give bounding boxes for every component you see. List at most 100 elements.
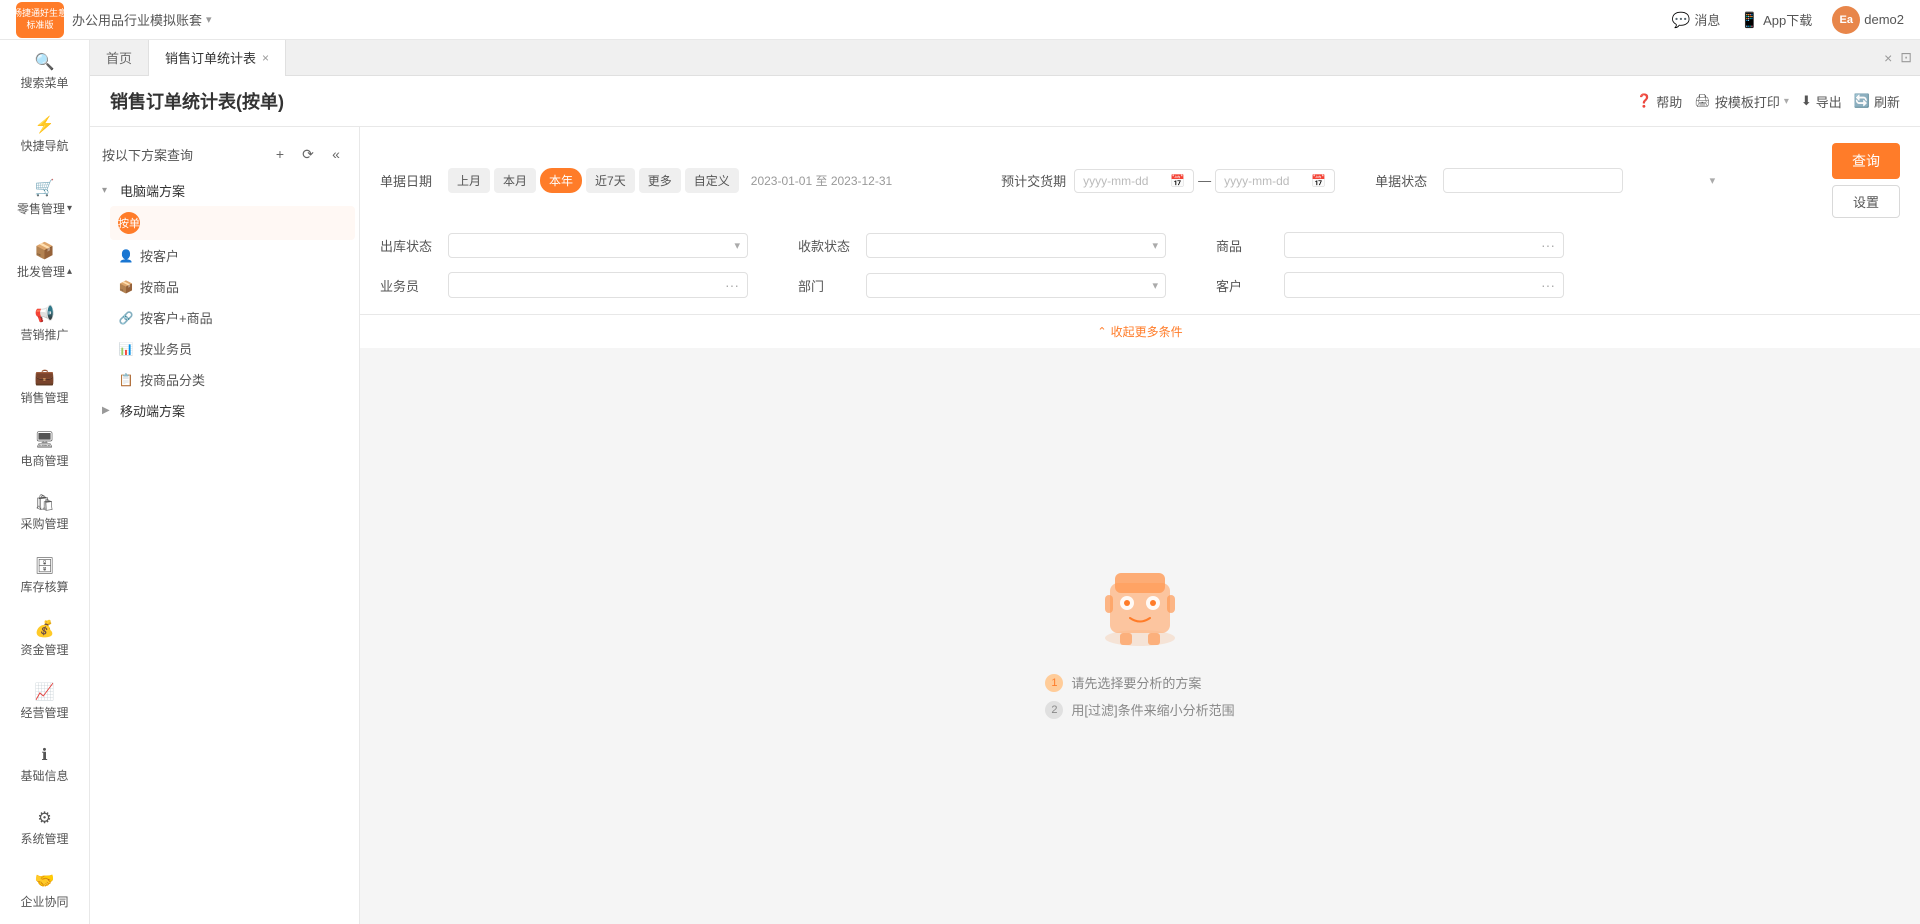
sidebar-item-operations[interactable]: 📈 经营管理 — [0, 670, 89, 733]
page-title: 销售订单统计表(按单) — [110, 88, 284, 126]
mobile-section[interactable]: ▶ 移动端方案 — [94, 395, 355, 426]
add-scheme-button[interactable]: + — [269, 143, 291, 165]
collapse-panel-button[interactable]: « — [325, 143, 347, 165]
doc-status-group: 单据状态 — [1375, 168, 1723, 193]
date-btn-last-7days[interactable]: 近7天 — [586, 168, 635, 193]
expected-date-inputs: yyyy-mm-dd 📅 — yyyy-mm-dd 📅 — [1074, 169, 1335, 193]
print-button[interactable]: 🖨 按模板打印 ▾ — [1694, 92, 1789, 111]
doc-status-select-wrapper — [1443, 168, 1723, 193]
desktop-section[interactable]: ▾ 电脑端方案 — [94, 175, 355, 206]
cg-scheme-icon: 🔗 — [118, 311, 134, 325]
date-btn-this-year[interactable]: 本年 — [540, 168, 582, 193]
empty-tip-2-text: 用[过滤]条件来缩小分析范围 — [1071, 700, 1234, 719]
refresh-button[interactable]: 🔄 刷新 — [1854, 92, 1900, 111]
page-actions: ❓ 帮助 🖨 按模板打印 ▾ ⬇ 导出 🔄 刷新 — [1636, 92, 1900, 123]
scheme-by-goods-label: 按商品 — [140, 277, 179, 296]
tab-close-icon[interactable]: × — [262, 51, 269, 65]
payment-status-select[interactable] — [866, 233, 1166, 258]
message-button[interactable]: 💬 消息 — [1672, 10, 1721, 29]
sidebar-item-collab[interactable]: 🤝 企业协同 — [0, 859, 89, 922]
customer-scheme-icon: 👤 — [118, 249, 134, 263]
goods-input[interactable]: ··· — [1284, 232, 1564, 258]
sidebar-item-sales-label: 销售管理 — [20, 389, 68, 406]
date-btn-custom[interactable]: 自定义 — [685, 168, 739, 193]
scheme-by-customer[interactable]: 👤 按客户 — [110, 240, 355, 271]
tab-home[interactable]: 首页 — [90, 40, 149, 76]
expected-date-start-placeholder: yyyy-mm-dd — [1083, 174, 1148, 188]
query-btn-area: 查询 设置 — [1832, 143, 1900, 218]
wholesale-expand-icon: ▴ — [67, 266, 72, 277]
query-button[interactable]: 查询 — [1832, 143, 1900, 179]
date-range-display: 2023-01-01 至 2023-12-31 — [751, 172, 892, 189]
dept-select[interactable] — [866, 273, 1166, 298]
expected-date-end[interactable]: yyyy-mm-dd 📅 — [1215, 169, 1335, 193]
sidebar-item-ecommerce[interactable]: 🖥 电商管理 — [0, 418, 89, 481]
date-btn-this-month[interactable]: 本月 — [494, 168, 536, 193]
sidebar-item-marketing[interactable]: 📢 营销推广 — [0, 292, 89, 355]
win-close-button[interactable]: × — [1884, 50, 1892, 66]
page-header: 销售订单统计表(按单) ❓ 帮助 🖨 按模板打印 ▾ ⬇ 导出 🔄 刷新 — [90, 76, 1920, 127]
customer-ellipsis-icon: ··· — [1541, 277, 1555, 293]
sidebar-item-system-label: 系统管理 — [20, 830, 68, 847]
finance-icon: 💰 — [35, 619, 55, 639]
print-chevron-icon: ▾ — [1784, 96, 1789, 107]
scheme-by-order[interactable]: 按单 — [110, 206, 355, 240]
sidebar-item-quicknav[interactable]: ⚡ 快捷导航 — [0, 103, 89, 166]
sidebar-item-wholesale[interactable]: 📦 批发管理 ▴ — [0, 229, 89, 292]
company-name: 办公用品行业模拟账套 — [72, 10, 202, 29]
scheme-circle-label: 按单 — [118, 215, 140, 231]
sidebar-item-marketing-label: 营销推广 — [20, 326, 68, 343]
system-icon: ⚙ — [37, 808, 51, 828]
sidebar-item-search[interactable]: 🔍 搜索菜单 — [0, 40, 89, 103]
customer-filter-label: 客户 — [1216, 276, 1276, 295]
app-download-label: App下载 — [1763, 10, 1812, 29]
filter-row-2: 出库状态 收款状态 — [380, 232, 1900, 258]
dept-filter-label: 部门 — [798, 276, 858, 295]
sidebar-item-retail[interactable]: 🛒 零售管理 ▾ — [0, 166, 89, 229]
left-panel-actions: + ⟳ « — [269, 143, 347, 165]
empty-state: 1 请先选择要分析的方案 2 用[过滤]条件来缩小分析范围 — [360, 348, 1920, 924]
date-separator: — — [1198, 173, 1211, 188]
left-panel-title: 按以下方案查询 — [102, 145, 193, 164]
sidebar-item-basic[interactable]: ℹ 基础信息 — [0, 733, 89, 796]
customer-input[interactable]: ··· — [1284, 272, 1564, 298]
print-label: 按模板打印 — [1715, 92, 1780, 111]
salesman-input[interactable]: ··· — [448, 272, 748, 298]
scheme-by-category[interactable]: 📋 按商品分类 — [110, 364, 355, 395]
scheme-by-goods[interactable]: 📦 按商品 — [110, 271, 355, 302]
marketing-icon: 📢 — [35, 304, 55, 324]
date-filter-label: 单据日期 — [380, 171, 440, 190]
export-button[interactable]: ⬇ 导出 — [1801, 92, 1842, 111]
date-btn-last-month[interactable]: 上月 — [448, 168, 490, 193]
refresh-scheme-button[interactable]: ⟳ — [297, 143, 319, 165]
app-download-button[interactable]: 📱 App下载 — [1740, 10, 1812, 29]
right-panel: 单据日期 上月 本月 本年 近7天 更多 自定义 2023-01-01 至 20… — [360, 127, 1920, 924]
tip-num-2: 2 — [1045, 701, 1063, 719]
date-btn-more[interactable]: 更多 — [639, 168, 681, 193]
sidebar-item-ecommerce-label: 电商管理 — [20, 452, 68, 469]
settings-button[interactable]: 设置 — [1832, 185, 1900, 218]
desktop-section-label: 电脑端方案 — [120, 181, 185, 200]
win-restore-button[interactable]: ⊡ — [1900, 49, 1912, 66]
ship-status-select[interactable] — [448, 233, 748, 258]
sidebar-item-inventory[interactable]: 🗄 库存核算 — [0, 544, 89, 607]
tab-sales-stats[interactable]: 销售订单统计表 × — [149, 40, 286, 76]
company-selector[interactable]: 办公用品行业模拟账套 ▾ — [72, 10, 212, 29]
scheme-by-salesman[interactable]: 📊 按业务员 — [110, 333, 355, 364]
sidebar-item-operations-label: 经营管理 — [20, 704, 68, 721]
help-button[interactable]: ❓ 帮助 — [1636, 92, 1682, 111]
user-menu[interactable]: Ea demo2 — [1832, 6, 1904, 34]
sidebar-item-system[interactable]: ⚙ 系统管理 — [0, 796, 89, 859]
expected-date-start[interactable]: yyyy-mm-dd 📅 — [1074, 169, 1194, 193]
print-icon: 🖨 — [1694, 93, 1711, 109]
sidebar-item-finance[interactable]: 💰 资金管理 — [0, 607, 89, 670]
purchase-icon: 🛍 — [34, 493, 54, 513]
logo-text: 畅捷通好生意 标准版 — [13, 8, 67, 31]
scheme-by-customer-goods[interactable]: 🔗 按客户+商品 — [110, 302, 355, 333]
sidebar-item-sales[interactable]: 💼 销售管理 — [0, 355, 89, 418]
left-panel-header: 按以下方案查询 + ⟳ « — [90, 137, 359, 175]
collapse-row[interactable]: ⌃ 收起更多条件 — [360, 315, 1920, 348]
doc-status-select[interactable] — [1443, 168, 1623, 193]
sidebar-item-quicknav-label: 快捷导航 — [20, 137, 68, 154]
sidebar-item-purchase[interactable]: 🛍 采购管理 — [0, 481, 89, 544]
